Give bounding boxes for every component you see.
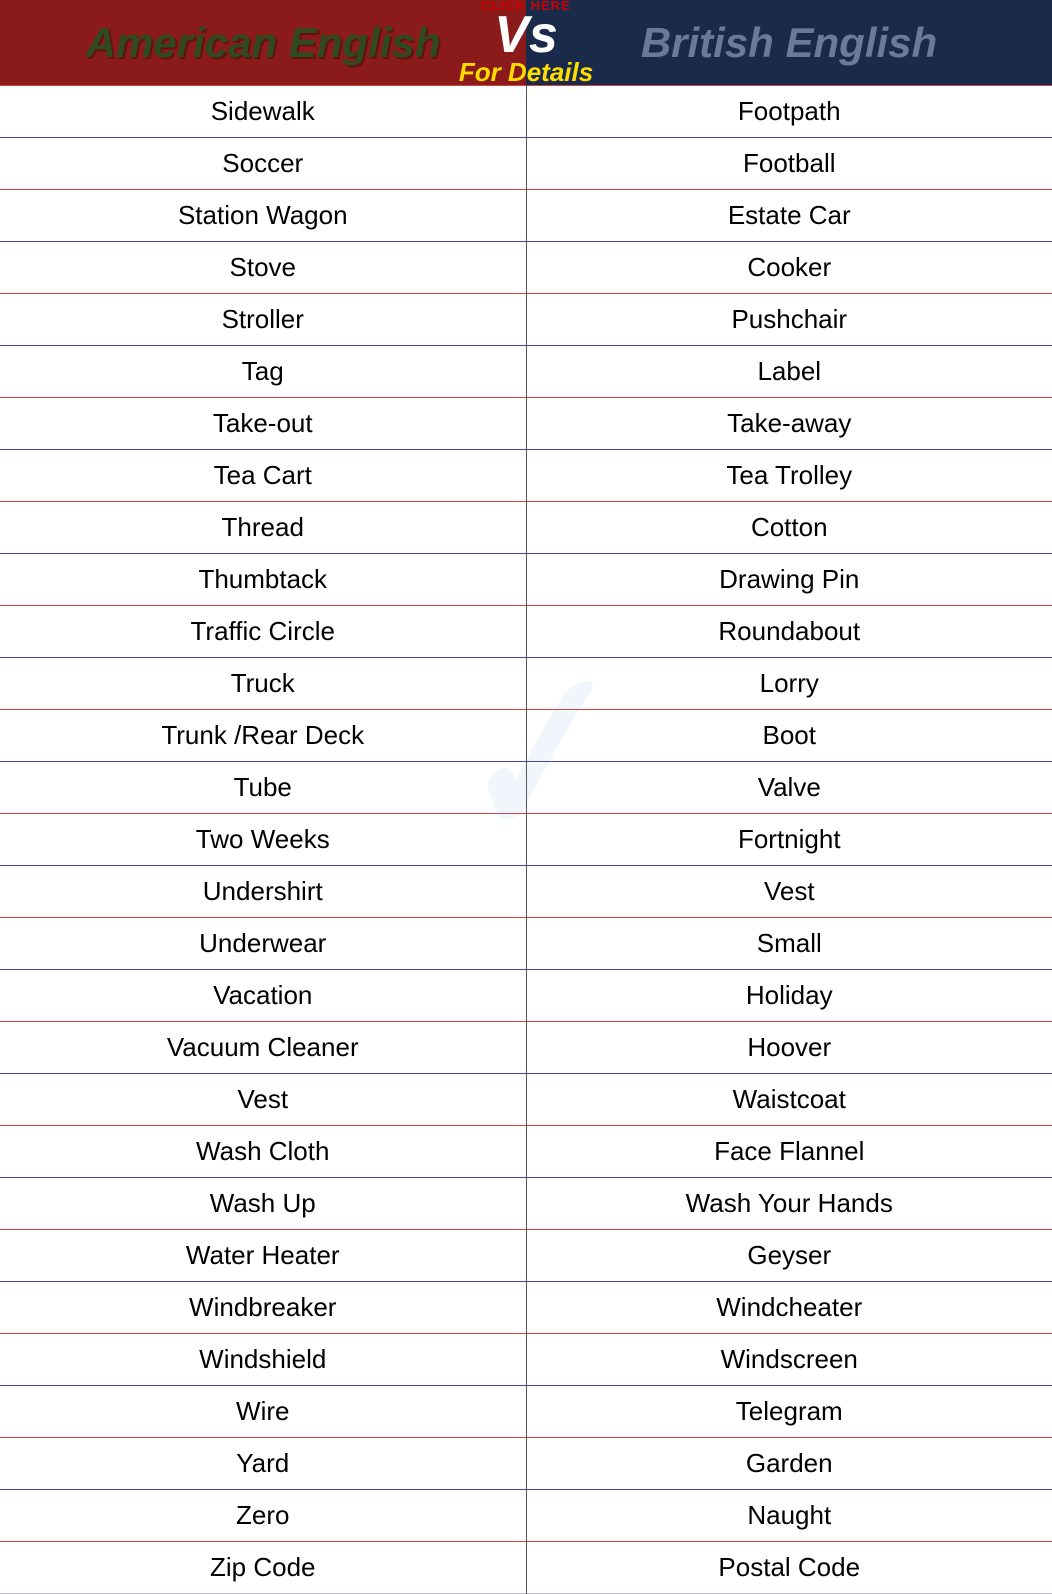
american-term: Stroller	[0, 294, 526, 346]
american-english-title: American English	[86, 19, 441, 67]
table-row: WireTelegram	[0, 1386, 1052, 1438]
american-term: Wash Up	[0, 1178, 526, 1230]
vs-text: Vs	[459, 11, 593, 58]
american-term: Zip Code	[0, 1542, 526, 1594]
british-term: Cotton	[526, 502, 1052, 554]
american-term: Station Wagon	[0, 190, 526, 242]
british-term: Geyser	[526, 1230, 1052, 1282]
table-row: StoveCooker	[0, 242, 1052, 294]
american-term: Tube	[0, 762, 526, 814]
table-row: VestWaistcoat	[0, 1074, 1052, 1126]
british-term: Take-away	[526, 398, 1052, 450]
british-term: Cooker	[526, 242, 1052, 294]
header-overlay[interactable]: CLICK HERE Vs For Details	[459, 0, 593, 87]
british-term: Garden	[526, 1438, 1052, 1490]
table-row: ThreadCotton	[0, 502, 1052, 554]
british-term: Telegram	[526, 1386, 1052, 1438]
american-term: Vacuum Cleaner	[0, 1022, 526, 1074]
table-row: ZeroNaught	[0, 1490, 1052, 1542]
american-term: Sidewalk	[0, 86, 526, 138]
british-english-title: British English	[641, 19, 937, 67]
table-row: Wash UpWash Your Hands	[0, 1178, 1052, 1230]
table-row: WindbreakerWindcheater	[0, 1282, 1052, 1334]
british-term: Valve	[526, 762, 1052, 814]
american-term: Soccer	[0, 138, 526, 190]
british-term: Hoover	[526, 1022, 1052, 1074]
american-term: Yard	[0, 1438, 526, 1490]
for-details-text: For Details	[459, 58, 593, 87]
american-term: Vacation	[0, 970, 526, 1022]
american-term: Trunk /Rear Deck	[0, 710, 526, 762]
table-row: StrollerPushchair	[0, 294, 1052, 346]
table-row: Zip CodePostal Code	[0, 1542, 1052, 1594]
table-row: Take-outTake-away	[0, 398, 1052, 450]
british-term: Football	[526, 138, 1052, 190]
british-term: Small	[526, 918, 1052, 970]
british-term: Footpath	[526, 86, 1052, 138]
table-row: WindshieldWindscreen	[0, 1334, 1052, 1386]
translation-table: SidewalkFootpathSoccerFootballStation Wa…	[0, 85, 1052, 1594]
british-term: Naught	[526, 1490, 1052, 1542]
american-term: Take-out	[0, 398, 526, 450]
british-term: Vest	[526, 866, 1052, 918]
american-term: Traffic Circle	[0, 606, 526, 658]
british-term: Pushchair	[526, 294, 1052, 346]
table-row: Wash ClothFace Flannel	[0, 1126, 1052, 1178]
american-term: Wire	[0, 1386, 526, 1438]
american-term: Undershirt	[0, 866, 526, 918]
table-row: TagLabel	[0, 346, 1052, 398]
table-row: Two WeeksFortnight	[0, 814, 1052, 866]
british-term: Wash Your Hands	[526, 1178, 1052, 1230]
american-term: Windbreaker	[0, 1282, 526, 1334]
american-term: Water Heater	[0, 1230, 526, 1282]
table-row: VacationHoliday	[0, 970, 1052, 1022]
header-american-section: American English	[0, 0, 526, 85]
table-row: UnderwearSmall	[0, 918, 1052, 970]
american-term: Underwear	[0, 918, 526, 970]
american-term: Vest	[0, 1074, 526, 1126]
table-row: Traffic CircleRoundabout	[0, 606, 1052, 658]
table-row: SoccerFootball	[0, 138, 1052, 190]
american-term: Zero	[0, 1490, 526, 1542]
british-term: Postal Code	[526, 1542, 1052, 1594]
header: American English CLICK HERE Vs For Detai…	[0, 0, 1052, 85]
american-term: Tag	[0, 346, 526, 398]
american-term: Wash Cloth	[0, 1126, 526, 1178]
american-term: Two Weeks	[0, 814, 526, 866]
british-term: Face Flannel	[526, 1126, 1052, 1178]
table-row: Trunk /Rear DeckBoot	[0, 710, 1052, 762]
british-term: Lorry	[526, 658, 1052, 710]
table-row: Station WagonEstate Car	[0, 190, 1052, 242]
british-term: Drawing Pin	[526, 554, 1052, 606]
british-term: Roundabout	[526, 606, 1052, 658]
british-term: Boot	[526, 710, 1052, 762]
british-term: Windscreen	[526, 1334, 1052, 1386]
british-term: Holiday	[526, 970, 1052, 1022]
british-term: Label	[526, 346, 1052, 398]
header-british-section: British English	[526, 0, 1052, 85]
table-row: Tea CartTea Trolley	[0, 450, 1052, 502]
table-row: Water HeaterGeyser	[0, 1230, 1052, 1282]
table-row: Vacuum CleanerHoover	[0, 1022, 1052, 1074]
american-term: Thread	[0, 502, 526, 554]
american-term: Windshield	[0, 1334, 526, 1386]
table-row: TubeValve	[0, 762, 1052, 814]
table-row: TruckLorry	[0, 658, 1052, 710]
british-term: Estate Car	[526, 190, 1052, 242]
american-term: Thumbtack	[0, 554, 526, 606]
american-term: Truck	[0, 658, 526, 710]
table-row: ThumbtackDrawing Pin	[0, 554, 1052, 606]
table-row: SidewalkFootpath	[0, 86, 1052, 138]
british-term: Fortnight	[526, 814, 1052, 866]
table-row: UndershirtVest	[0, 866, 1052, 918]
american-term: Stove	[0, 242, 526, 294]
british-term: Waistcoat	[526, 1074, 1052, 1126]
american-term: Tea Cart	[0, 450, 526, 502]
british-term: Windcheater	[526, 1282, 1052, 1334]
british-term: Tea Trolley	[526, 450, 1052, 502]
table-row: YardGarden	[0, 1438, 1052, 1490]
